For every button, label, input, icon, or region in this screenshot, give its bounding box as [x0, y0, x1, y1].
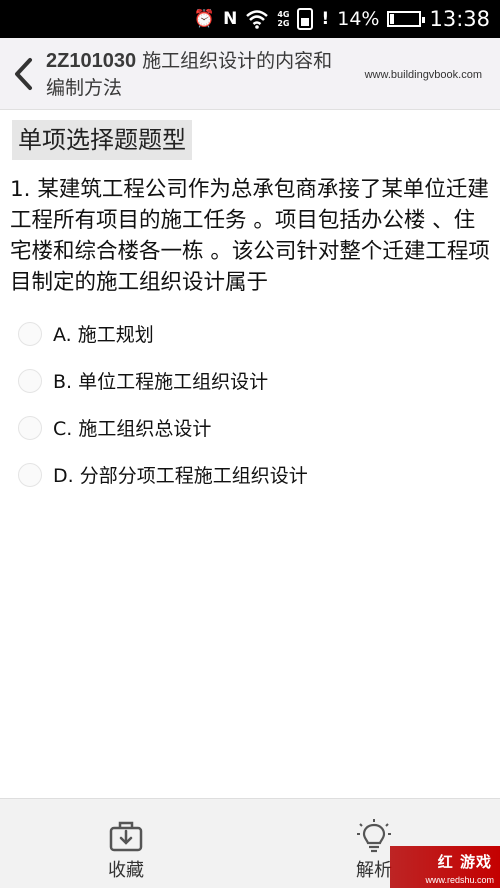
- network-bottom-label: 2G: [277, 19, 290, 28]
- clock: 13:38: [429, 7, 490, 31]
- lightbulb-icon: [357, 819, 391, 853]
- option-a[interactable]: A. 施工规划: [18, 310, 488, 357]
- radio-button[interactable]: [18, 462, 42, 487]
- watermark-url: www.redshu.com: [425, 875, 494, 885]
- options-list: A. 施工规划 B. 单位工程施工组织设计 C. 施工组织总设计 D. 分部分项…: [18, 310, 488, 498]
- question-type-tag: 单项选择题题型: [12, 120, 192, 160]
- watermark-text: 红 游戏: [437, 853, 492, 871]
- battery-percent: 14%: [337, 8, 380, 30]
- option-b[interactable]: B. 单位工程施工组织设计: [18, 357, 488, 404]
- alarm-icon: ⏰: [193, 9, 216, 29]
- watermark-logo: 红 游戏 www.redshu.com: [390, 846, 500, 888]
- network-type: 4G 2G: [277, 10, 289, 28]
- option-label: B. 单位工程施工组织设计: [53, 371, 269, 393]
- site-url: www.buildingvbook.com: [364, 69, 482, 81]
- question-panel: 单项选择题题型 1. 某建筑工程公司作为总承包商承接了某单位迁建工程所有项目的施…: [0, 110, 500, 798]
- option-d[interactable]: D. 分部分项工程施工组织设计: [18, 451, 488, 498]
- option-label: D. 分部分项工程施工组织设计: [53, 465, 308, 487]
- analysis-label: 解析: [356, 860, 392, 881]
- radio-button[interactable]: [18, 321, 42, 346]
- chapter-code: 2Z101030: [46, 50, 137, 72]
- radio-button[interactable]: [18, 368, 42, 393]
- warning-icon: !: [321, 9, 330, 29]
- battery-icon: [387, 11, 426, 27]
- option-c[interactable]: C. 施工组织总设计: [18, 404, 488, 451]
- question-text: 1. 某建筑工程公司作为总承包商承接了某单位迁建工程所有项目的施工任务 。项目包…: [10, 177, 490, 295]
- app-header: 2Z101030 施工组织设计的内容和编制方法 www.buildingvboo…: [0, 38, 500, 110]
- download-box-icon: [109, 821, 143, 852]
- status-icons: ⏰ N 4G 2G ! 14% 13:38: [194, 0, 490, 38]
- back-button[interactable]: [6, 52, 40, 96]
- chevron-left-icon: [15, 58, 32, 90]
- favorite-label: 收藏: [108, 860, 144, 881]
- wifi-icon: [246, 10, 269, 29]
- network-top-label: 4G: [277, 10, 290, 19]
- radio-button[interactable]: [18, 415, 42, 440]
- favorite-button[interactable]: 收藏: [66, 799, 186, 889]
- page-title: 2Z101030 施工组织设计的内容和编制方法: [46, 48, 346, 102]
- nfc-icon: N: [223, 9, 238, 29]
- status-bar: ⏰ N 4G 2G ! 14% 13:38: [0, 0, 500, 38]
- option-label: A. 施工规划: [53, 324, 154, 346]
- option-label: C. 施工组织总设计: [53, 418, 212, 440]
- sim-icon: [297, 8, 314, 30]
